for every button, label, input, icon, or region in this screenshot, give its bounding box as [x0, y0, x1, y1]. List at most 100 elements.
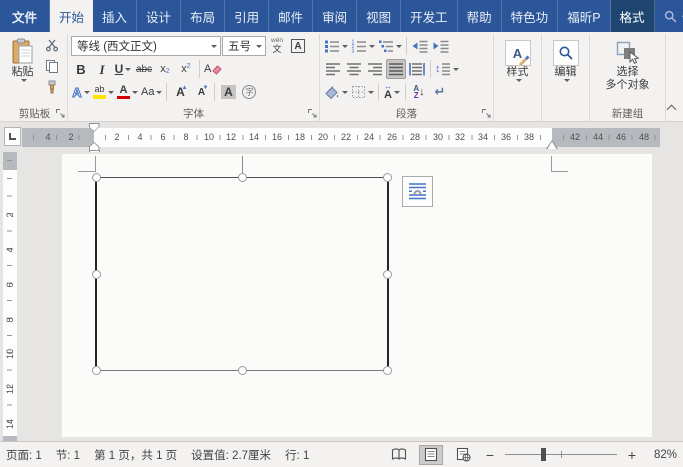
font-size-combobox[interactable]: 五号 — [222, 36, 266, 56]
clear-formatting-button[interactable]: A — [203, 59, 223, 79]
layout-options-button[interactable] — [402, 176, 433, 207]
character-border-button[interactable]: A — [288, 36, 308, 56]
tab-view[interactable]: 视图 — [357, 0, 401, 32]
font-name-combobox[interactable]: 等线 (西文正文) — [71, 36, 221, 56]
text-effects-button[interactable]: A — [71, 82, 91, 102]
show-hide-marks-button[interactable]: ↵ — [430, 82, 450, 102]
selected-textbox-shape[interactable] — [95, 177, 389, 371]
tab-developer[interactable]: 开发工 — [401, 0, 458, 32]
bullets-button[interactable] — [323, 36, 349, 56]
bold-button[interactable]: B — [71, 59, 91, 79]
styles-button[interactable]: A 样式 — [500, 37, 536, 85]
shrink-font-button[interactable]: A▼ — [191, 82, 211, 102]
zoom-out-button[interactable]: − — [483, 447, 497, 463]
ruler-row: 4 2 2 4 6 8 10 12 14 16 18 20 22 24 26 2… — [0, 122, 683, 152]
tab-review[interactable]: 审阅 — [313, 0, 357, 32]
tab-special-features[interactable]: 特色功 — [502, 0, 559, 32]
paste-button[interactable]: 粘贴 — [5, 35, 40, 97]
resize-handle-middle-left[interactable] — [92, 270, 101, 279]
ruler-number: 2 — [5, 209, 15, 221]
copy-button[interactable] — [42, 56, 62, 76]
zoom-slider[interactable] — [505, 454, 617, 455]
ruler-number: 30 — [433, 131, 443, 144]
distributed-button[interactable] — [407, 59, 427, 79]
new-group-label: 新建组 — [612, 106, 644, 121]
zoom-level[interactable]: 82% — [647, 449, 677, 461]
status-page-of-pages[interactable]: 第 1 页，共 1 页 — [94, 447, 177, 463]
resize-handle-bottom-left[interactable] — [92, 366, 101, 375]
zoom-slider-thumb[interactable] — [541, 448, 546, 461]
read-mode-button[interactable] — [387, 445, 411, 465]
styles-brush-icon — [518, 53, 530, 65]
clipboard-dialog-launcher[interactable] — [55, 108, 66, 119]
print-layout-button[interactable] — [419, 445, 443, 465]
ruler-number: 18 — [295, 131, 305, 144]
tab-foxit-pdf[interactable]: 福昕P — [558, 0, 610, 32]
multilevel-list-button[interactable] — [377, 36, 403, 56]
tab-references[interactable]: 引用 — [225, 0, 269, 32]
format-painter-button[interactable] — [42, 77, 62, 97]
numbering-button[interactable]: 123 — [350, 36, 376, 56]
select-multiple-objects-button[interactable]: 选择 多个对象 — [601, 37, 655, 95]
line-spacing-button[interactable]: ↕ — [434, 59, 460, 79]
resize-handle-top-right[interactable] — [383, 173, 392, 182]
tab-stop-selector[interactable] — [4, 127, 21, 146]
increase-indent-button[interactable] — [431, 36, 451, 56]
subscript-button[interactable]: x2 — [155, 59, 175, 79]
tab-help[interactable]: 帮助 — [458, 0, 502, 32]
align-center-icon — [346, 62, 362, 76]
enclose-characters-button[interactable]: 字 — [239, 82, 259, 102]
zoom-in-button[interactable]: + — [625, 447, 639, 463]
sort-button[interactable]: AZ ↓ — [409, 82, 429, 102]
horizontal-ruler: 4 2 2 4 6 8 10 12 14 16 18 20 22 24 26 2… — [22, 128, 660, 147]
font-color-button[interactable]: A — [116, 82, 139, 102]
resize-handle-bottom-right[interactable] — [383, 366, 392, 375]
tell-me-search[interactable]: 告诉我 — [655, 0, 683, 32]
align-center-button[interactable] — [344, 59, 364, 79]
shading-button[interactable] — [323, 82, 349, 102]
paragraph-dialog-launcher[interactable] — [481, 108, 492, 119]
phonetic-guide-button[interactable]: wén文 — [267, 36, 287, 56]
underline-button[interactable]: U — [113, 59, 133, 79]
text-highlight-button[interactable]: ab — [92, 82, 115, 102]
tab-file[interactable]: 文件 — [0, 0, 50, 32]
resize-handle-bottom-center[interactable] — [238, 366, 247, 375]
status-line-number[interactable]: 行: 1 — [285, 447, 309, 463]
strikethrough-button[interactable]: abc — [134, 59, 154, 79]
align-right-button[interactable] — [365, 59, 385, 79]
italic-button[interactable]: I — [92, 59, 112, 79]
status-section[interactable]: 节: 1 — [56, 447, 80, 463]
tab-layout[interactable]: 布局 — [181, 0, 225, 32]
tab-home[interactable]: 开始 — [50, 0, 93, 32]
font-name-value: 等线 (西文正文) — [77, 38, 157, 54]
tab-format-context[interactable]: 格式 — [611, 0, 655, 32]
borders-button[interactable] — [350, 82, 375, 102]
tab-insert[interactable]: 插入 — [93, 0, 137, 32]
web-layout-button[interactable] — [451, 445, 475, 465]
styles-label: 样式 — [507, 66, 529, 79]
character-shading-button[interactable]: A — [218, 82, 238, 102]
status-page-number[interactable]: 页面: 1 — [6, 447, 42, 463]
margin-crop-mark — [551, 156, 552, 172]
change-case-button[interactable]: Aa — [140, 82, 163, 102]
align-left-button[interactable] — [323, 59, 343, 79]
status-setting-value[interactable]: 设置值: 2.7厘米 — [191, 447, 271, 463]
cut-button[interactable] — [42, 35, 62, 55]
resize-handle-top-left[interactable] — [92, 173, 101, 182]
resize-handle-top-center[interactable] — [238, 173, 247, 182]
character-scaling-button[interactable]: ↔A — [382, 82, 402, 102]
superscript-button[interactable]: x2 — [176, 59, 196, 79]
grow-font-button[interactable]: A▲ — [170, 82, 190, 102]
justify-button[interactable] — [386, 59, 406, 79]
decrease-indent-button[interactable] — [410, 36, 430, 56]
word-window: 文件 开始 插入 设计 布局 引用 邮件 审阅 视图 开发工 帮助 特色功 福昕… — [0, 0, 683, 467]
collapse-ribbon-button[interactable] — [667, 105, 677, 115]
editing-button[interactable]: 编辑 — [548, 37, 584, 85]
resize-handle-middle-right[interactable] — [383, 270, 392, 279]
tab-design[interactable]: 设计 — [137, 0, 181, 32]
print-layout-icon — [424, 447, 438, 462]
ruler-number: 4 — [5, 244, 15, 256]
decrease-indent-icon — [412, 39, 428, 53]
font-dialog-launcher[interactable] — [307, 108, 318, 119]
tab-mailings[interactable]: 邮件 — [269, 0, 313, 32]
